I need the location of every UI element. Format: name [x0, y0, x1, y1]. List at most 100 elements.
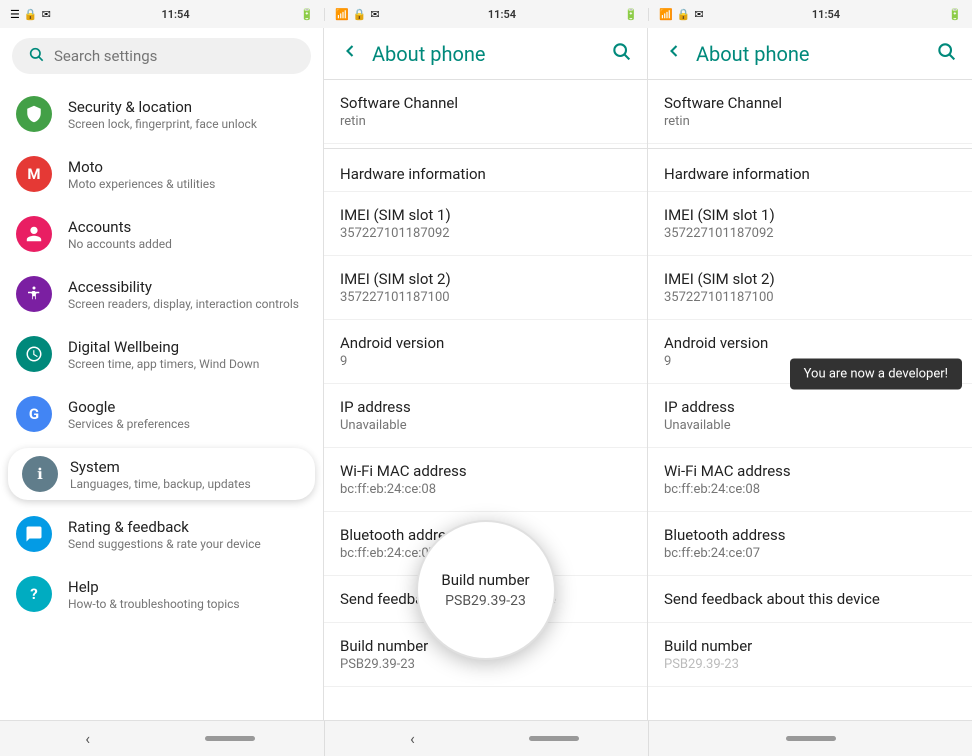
build-circle-value: PSB29.39-23: [445, 593, 526, 609]
system-subtitle: Languages, time, backup, updates: [70, 477, 301, 491]
battery-right: 🔋: [948, 8, 962, 21]
status-icons-middle: 📶 🔒 ✉: [335, 8, 380, 21]
about-phone-panel-middle: About phone Software Channel retin Hardw…: [324, 28, 648, 720]
ip-value-r: Unavailable: [664, 418, 956, 433]
ip-title-r: IP address: [664, 398, 956, 416]
software-channel-value: retin: [340, 114, 631, 129]
status-bar-right: 📶 🔒 ✉ 11:54 🔋: [648, 8, 972, 21]
hardware-info-label: Hardware information: [340, 165, 631, 183]
status-bar: ☰ 🔒 ✉ 11:54 🔋 📶 🔒 ✉ 11:54 🔋 📶 🔒 ✉ 11:54 …: [0, 0, 972, 28]
google-title: Google: [68, 398, 307, 416]
software-channel-value-r: retin: [664, 114, 956, 129]
wifi-value: bc:ff:eb:24:ce:08: [340, 482, 631, 497]
imei2-title: IMEI (SIM slot 2): [340, 270, 631, 288]
back-button-middle[interactable]: [340, 41, 360, 66]
back-button-right[interactable]: [664, 41, 684, 66]
about-imei1[interactable]: IMEI (SIM slot 1) 357227101187092: [324, 192, 647, 256]
rating-text: Rating & feedback Send suggestions & rat…: [68, 518, 307, 551]
moto-text: Moto Moto experiences & utilities: [68, 158, 307, 191]
build-number-circle[interactable]: Build number PSB29.39-23: [416, 520, 556, 660]
accessibility-text: Accessibility Screen readers, display, i…: [68, 278, 307, 311]
back-nav-middle[interactable]: ‹: [394, 725, 431, 752]
sidebar-item-system[interactable]: ℹ System Languages, time, backup, update…: [8, 448, 315, 500]
panel-header-middle: About phone: [324, 28, 647, 80]
toast-notification: You are now a developer!: [790, 359, 962, 390]
ip-title: IP address: [340, 398, 631, 416]
wifi-title-r: Wi-Fi MAC address: [664, 462, 956, 480]
lock-icon-right: 🔒: [677, 8, 691, 21]
about-phone-title-middle: About phone: [372, 42, 599, 66]
sidebar-item-accessibility[interactable]: Accessibility Screen readers, display, i…: [0, 264, 323, 324]
settings-panel: Search settings Security & location Scre…: [0, 28, 324, 720]
about-software-channel[interactable]: Software Channel retin: [324, 80, 647, 144]
about-ip-address-r[interactable]: IP address Unavailable: [648, 384, 972, 448]
about-bluetooth-r[interactable]: Bluetooth address bc:ff:eb:24:ce:07: [648, 512, 972, 576]
security-text: Security & location Screen lock, fingerp…: [68, 98, 307, 131]
lock-icon-mid: 🔒: [353, 8, 367, 21]
about-imei2-r[interactable]: IMEI (SIM slot 2) 357227101187100: [648, 256, 972, 320]
nav-pill-right: [786, 736, 836, 741]
lock-icon-left: 🔒: [24, 8, 38, 21]
imei1-title-r: IMEI (SIM slot 1): [664, 206, 956, 224]
message-icon-mid: ✉: [370, 8, 379, 21]
sidebar-item-accounts[interactable]: Accounts No accounts added: [0, 204, 323, 264]
about-build-number-r[interactable]: Build number PSB29.39-23: [648, 623, 972, 687]
digital-wellbeing-title: Digital Wellbeing: [68, 338, 307, 356]
accounts-title: Accounts: [68, 218, 307, 236]
digital-wellbeing-subtitle: Screen time, app timers, Wind Down: [68, 357, 307, 371]
digital-wellbeing-icon: [16, 336, 52, 372]
battery-mid: 🔋: [624, 8, 638, 21]
signal-icon-mid: 📶: [335, 8, 349, 21]
search-bar[interactable]: Search settings: [12, 38, 311, 74]
system-title: System: [70, 458, 301, 476]
help-subtitle: How-to & troubleshooting topics: [68, 597, 307, 611]
sidebar-item-security[interactable]: Security & location Screen lock, fingerp…: [0, 84, 323, 144]
imei2-value: 357227101187100: [340, 290, 631, 305]
accounts-text: Accounts No accounts added: [68, 218, 307, 251]
moto-title: Moto: [68, 158, 307, 176]
about-send-feedback-r[interactable]: Send feedback about this device: [648, 576, 972, 623]
accounts-icon: [16, 216, 52, 252]
sidebar-item-moto[interactable]: M Moto Moto experiences & utilities: [0, 144, 323, 204]
about-software-channel-r[interactable]: Software Channel retin: [648, 80, 972, 144]
search-button-middle[interactable]: [611, 41, 631, 66]
about-android-version[interactable]: Android version 9: [324, 320, 647, 384]
about-phone-panel-right: About phone Software Channel retin Hardw…: [648, 28, 972, 720]
nav-section-left: ‹: [0, 721, 324, 756]
software-channel-title: Software Channel: [340, 94, 631, 112]
about-imei2[interactable]: IMEI (SIM slot 2) 357227101187100: [324, 256, 647, 320]
wifi-title: Wi-Fi MAC address: [340, 462, 631, 480]
search-input[interactable]: Search settings: [54, 47, 157, 65]
google-icon: G: [16, 396, 52, 432]
help-text: Help How-to & troubleshooting topics: [68, 578, 307, 611]
time-left: 11:54: [161, 8, 189, 21]
imei1-title: IMEI (SIM slot 1): [340, 206, 631, 224]
time-middle: 11:54: [488, 8, 516, 21]
nav-pill-middle: [529, 736, 579, 741]
imei1-value: 357227101187092: [340, 226, 631, 241]
about-wifi-mac[interactable]: Wi-Fi MAC address bc:ff:eb:24:ce:08: [324, 448, 647, 512]
signal-icon-left: ☰: [10, 8, 20, 21]
security-icon: [16, 96, 52, 132]
about-imei1-r[interactable]: IMEI (SIM slot 1) 357227101187092: [648, 192, 972, 256]
google-subtitle: Services & preferences: [68, 417, 307, 431]
build-circle-label: Build number: [441, 571, 529, 589]
navigation-bar: ‹ ‹: [0, 720, 972, 756]
about-ip-address[interactable]: IP address Unavailable: [324, 384, 647, 448]
back-nav-left[interactable]: ‹: [69, 725, 106, 752]
panel-header-right: About phone: [648, 28, 972, 80]
sidebar-item-digital-wellbeing[interactable]: Digital Wellbeing Screen time, app timer…: [0, 324, 323, 384]
sidebar-item-help[interactable]: ? Help How-to & troubleshooting topics: [0, 564, 323, 624]
software-channel-title-r: Software Channel: [664, 94, 956, 112]
accessibility-subtitle: Screen readers, display, interaction con…: [68, 297, 307, 311]
help-icon: ?: [16, 576, 52, 612]
security-subtitle: Screen lock, fingerprint, face unlock: [68, 117, 307, 131]
search-button-right[interactable]: [936, 41, 956, 66]
imei2-title-r: IMEI (SIM slot 2): [664, 270, 956, 288]
about-phone-title-right: About phone: [696, 42, 924, 66]
sidebar-item-rating[interactable]: Rating & feedback Send suggestions & rat…: [0, 504, 323, 564]
sidebar-item-google[interactable]: G Google Services & preferences: [0, 384, 323, 444]
about-hardware-section-r: Hardware information: [648, 153, 972, 192]
nav-pill-left: [205, 736, 255, 741]
about-wifi-mac-r[interactable]: Wi-Fi MAC address bc:ff:eb:24:ce:08: [648, 448, 972, 512]
